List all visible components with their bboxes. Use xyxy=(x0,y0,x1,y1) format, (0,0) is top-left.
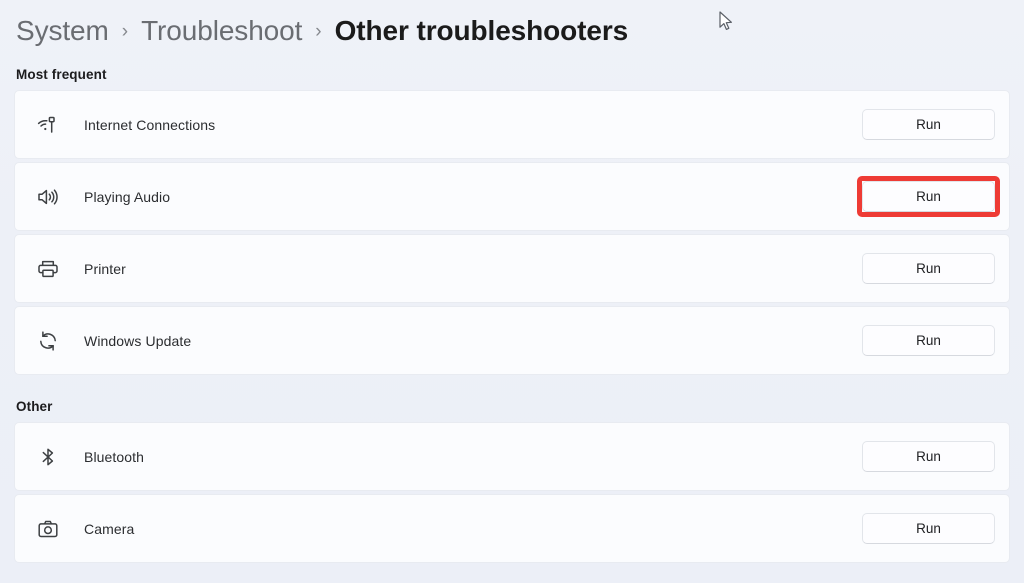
settings-page: System › Troubleshoot › Other troublesho… xyxy=(0,0,1024,583)
printer-icon xyxy=(31,252,65,286)
page-title: Other troubleshooters xyxy=(334,15,629,46)
run-button[interactable]: Run xyxy=(862,109,995,140)
list-item-label: Playing Audio xyxy=(84,188,171,205)
list-item[interactable]: Windows Update Run xyxy=(14,306,1010,375)
bluetooth-icon xyxy=(31,440,65,474)
list-item-label: Windows Update xyxy=(84,332,192,349)
speaker-icon xyxy=(31,180,65,214)
run-button[interactable]: Run xyxy=(862,441,995,472)
breadcrumb: System › Troubleshoot › Other troublesho… xyxy=(14,0,1010,62)
refresh-sync-icon xyxy=(31,324,65,358)
section-heading-most-frequent: Most frequent xyxy=(16,67,107,82)
run-button[interactable]: Run xyxy=(862,513,995,544)
run-button[interactable]: Run xyxy=(862,181,995,212)
list-item[interactable]: Bluetooth Run xyxy=(14,422,1010,491)
list-item-label: Printer xyxy=(84,260,126,277)
list-item[interactable]: Playing Audio Run xyxy=(14,162,1010,231)
breadcrumb-item-troubleshoot[interactable]: Troubleshoot xyxy=(141,15,302,47)
list-item[interactable]: Camera Run xyxy=(14,494,1010,563)
list-item[interactable]: Internet Connections Run xyxy=(14,90,1010,159)
list-item-label: Camera xyxy=(84,520,135,537)
camera-icon xyxy=(31,512,65,546)
chevron-right-icon: › xyxy=(315,21,322,42)
section-heading-other: Other xyxy=(16,399,53,414)
chevron-right-icon: › xyxy=(121,21,129,42)
run-button[interactable]: Run xyxy=(862,253,995,284)
list-item-label: Internet Connections xyxy=(84,116,216,133)
list-item-label: Bluetooth xyxy=(84,448,145,465)
list-item[interactable]: Printer Run xyxy=(14,234,1010,303)
troubleshooter-list-most-frequent: Internet Connections Run Playing Audio R… xyxy=(14,90,1010,375)
breadcrumb-item-system[interactable]: System xyxy=(16,15,109,47)
troubleshooter-list-other: Bluetooth Run Camera Run xyxy=(14,422,1010,563)
wifi-network-icon xyxy=(31,108,65,142)
run-button[interactable]: Run xyxy=(862,325,995,356)
